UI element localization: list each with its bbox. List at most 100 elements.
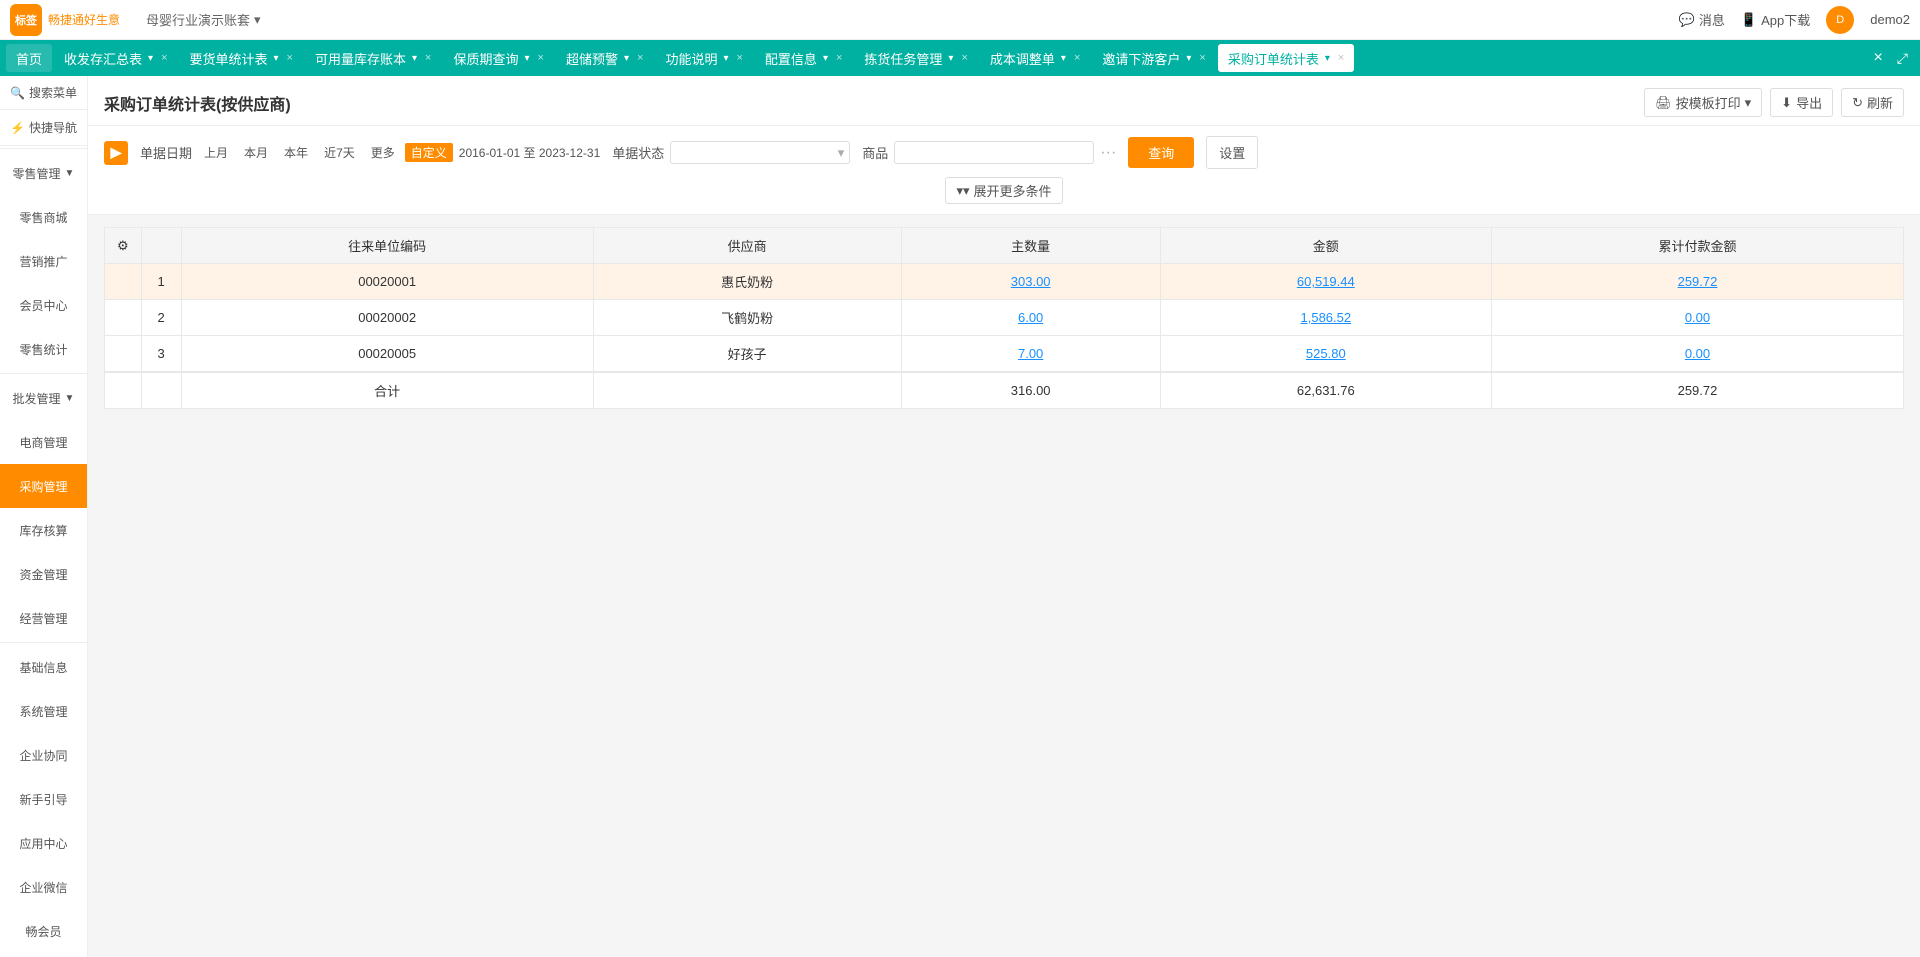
sidebar-item-label: 畅会员 [25,923,61,940]
filter-toggle-btn[interactable]: ▶ [104,141,128,165]
sidebar-item-zero-stat[interactable]: 零售统计 [0,327,87,371]
app-download-btn[interactable]: 📱 App下载 [1741,10,1810,29]
close-icon[interactable]: × [538,52,544,64]
chevron-down-icon: ▾ [948,53,953,64]
sidebar-item-system[interactable]: 系统管理 [0,689,87,733]
cell-supplier-name: 惠氏奶粉 [593,264,901,300]
sidebar-item-wechat[interactable]: 企业微信 [0,865,87,909]
close-icon[interactable]: × [161,52,167,64]
expand-more-button[interactable]: ▾▾ 展开更多条件 [945,177,1062,204]
cell-paid-amount[interactable]: 259.72 [1491,264,1903,300]
export-icon: ⬇ [1781,95,1792,111]
cell-amount[interactable]: 1,586.52 [1160,300,1491,336]
sidebar-item-capital[interactable]: 资金管理 [0,552,87,596]
date-this-month[interactable]: 本月 [238,142,274,163]
sidebar-item-purchase[interactable]: 采购管理 [0,464,87,508]
sidebar-item-app-center[interactable]: 应用中心 [0,821,87,865]
nav-maximize-button[interactable]: ⤢ [1891,48,1914,69]
cell-amount[interactable]: 60,519.44 [1160,264,1491,300]
query-button[interactable]: 查询 [1128,137,1194,168]
close-icon[interactable]: × [1074,52,1080,64]
user-initial: D [1836,14,1844,26]
cell-quantity[interactable]: 6.00 [901,300,1160,336]
sidebar-item-wholesale[interactable]: 批发管理 ▼ [0,376,87,420]
cell-quantity[interactable]: 7.00 [901,336,1160,373]
header-actions: 🖨 按模板打印 ▾ ⬇ 导出 ↻ 刷新 [1644,88,1904,117]
expand-row: ▾▾ 展开更多条件 [104,177,1904,204]
cell-amount[interactable]: 525.80 [1160,336,1491,373]
sidebar-item-operations[interactable]: 经营管理 [0,596,87,640]
nav-close-button[interactable]: × [1867,47,1888,69]
content-area: 采购订单统计表(按供应商) 🖨 按模板打印 ▾ ⬇ 导出 ↻ 刷新 [88,76,1920,957]
close-icon[interactable]: × [637,52,643,64]
table-row[interactable]: 2 00020002 飞鹤奶粉 6.00 1,586.52 0.00 [105,300,1904,336]
tab-成本调整单[interactable]: 成本调整单 ▾ × [980,44,1090,72]
sidebar-item-enterprise-co[interactable]: 企业协同 [0,733,87,777]
close-icon[interactable]: × [836,52,842,64]
date-more[interactable]: 更多 [365,142,401,163]
close-icon[interactable]: × [1199,52,1205,64]
goods-filter-item: 商品 ··· [862,141,1116,164]
sidebar-quick-nav[interactable]: ⚡ 快捷导航 [0,110,87,146]
cell-paid-amount[interactable]: 0.00 [1491,300,1903,336]
sidebar-item-basic-info[interactable]: 基础信息 [0,645,87,689]
tab-收发存汇总表[interactable]: 收发存汇总表 ▾ × [54,44,177,72]
date-7-days[interactable]: 近7天 [318,142,361,163]
tab-配置信息[interactable]: 配置信息 ▾ × [755,44,852,72]
tab-可用量库存账本[interactable]: 可用量库存账本 ▾ × [305,44,441,72]
printer-icon: 🖨 [1655,95,1672,111]
close-icon[interactable]: × [736,52,742,64]
cell-paid-amount[interactable]: 0.00 [1491,336,1903,373]
user-avatar[interactable]: D [1826,6,1854,34]
sidebar-item-new-guide[interactable]: 新手引导 [0,777,87,821]
close-icon[interactable]: × [961,52,967,64]
close-icon[interactable]: × [287,52,293,64]
chevron-down-icon: ▾ [524,53,529,64]
tab-要货单统计表[interactable]: 要货单统计表 ▾ × [180,44,303,72]
tab-超储预警[interactable]: 超储预警 ▾ × [556,44,653,72]
sidebar-item-label: 应用中心 [19,835,67,852]
tab-邀请下游客户[interactable]: 邀请下游客户 ▾ × [1092,44,1215,72]
sidebar-item-member[interactable]: 会员中心 [0,283,87,327]
sidebar-item-vip[interactable]: 畅会员 [0,909,87,953]
goods-input[interactable] [894,141,1094,164]
expand-icon: ▾▾ [956,183,969,199]
refresh-button[interactable]: ↻ 刷新 [1841,88,1904,117]
message-btn[interactable]: 💬 消息 [1679,10,1725,29]
sidebar-item-zero-retail[interactable]: 零售管理 ▼ [0,151,87,195]
logo-area: 标签 畅捷通好生意 母婴行业演示账套 ▾ [10,4,261,36]
footer-empty1 [105,372,142,409]
close-icon[interactable]: × [1338,52,1344,64]
tab-功能说明[interactable]: 功能说明 ▾ × [655,44,752,72]
cell-quantity[interactable]: 303.00 [901,264,1160,300]
close-icon[interactable]: × [425,52,431,64]
goods-filter-label: 商品 [862,143,888,162]
refresh-icon: ↻ [1852,95,1863,111]
status-select[interactable] [670,141,850,164]
account-selector[interactable]: 母婴行业演示账套 ▾ [146,10,261,29]
table-row[interactable]: 1 00020001 惠氏奶粉 303.00 60,519.44 259.72 [105,264,1904,300]
tab-采购订单统计表[interactable]: 采购订单统计表 ▾ × [1218,44,1354,72]
more-options-icon[interactable]: ··· [1100,144,1116,162]
export-button[interactable]: ⬇ 导出 [1770,88,1833,117]
sidebar-item-zero-shop[interactable]: 零售商城 [0,195,87,239]
date-last-month[interactable]: 上月 [198,142,234,163]
arrow-right-icon: ▶ [111,144,122,161]
sidebar-item-marketing[interactable]: 营销推广 [0,239,87,283]
sidebar-item-label: 经营管理 [19,610,67,627]
table-row[interactable]: 3 00020005 好孩子 7.00 525.80 0.00 [105,336,1904,373]
sidebar-item-ecommerce[interactable]: 电商管理 [0,420,87,464]
search-icon: 🔍 [10,86,25,100]
date-this-year[interactable]: 本年 [278,142,314,163]
settings-button[interactable]: 设置 [1206,136,1258,169]
col-settings[interactable]: ⚙ [105,228,142,264]
sidebar-item-label: 批发管理 [13,390,61,407]
print-button[interactable]: 🖨 按模板打印 ▾ [1644,88,1762,117]
tab-拣货任务管理[interactable]: 拣货任务管理 ▾ × [854,44,977,72]
tab-home[interactable]: 首页 [6,44,52,72]
sidebar-search[interactable]: 🔍 搜索菜单 [0,76,87,110]
sidebar-item-label: 企业微信 [19,879,67,896]
date-custom-tag[interactable]: 自定义 [405,143,453,162]
sidebar-item-inventory[interactable]: 库存核算 [0,508,87,552]
tab-保质期查询[interactable]: 保质期查询 ▾ × [443,44,553,72]
